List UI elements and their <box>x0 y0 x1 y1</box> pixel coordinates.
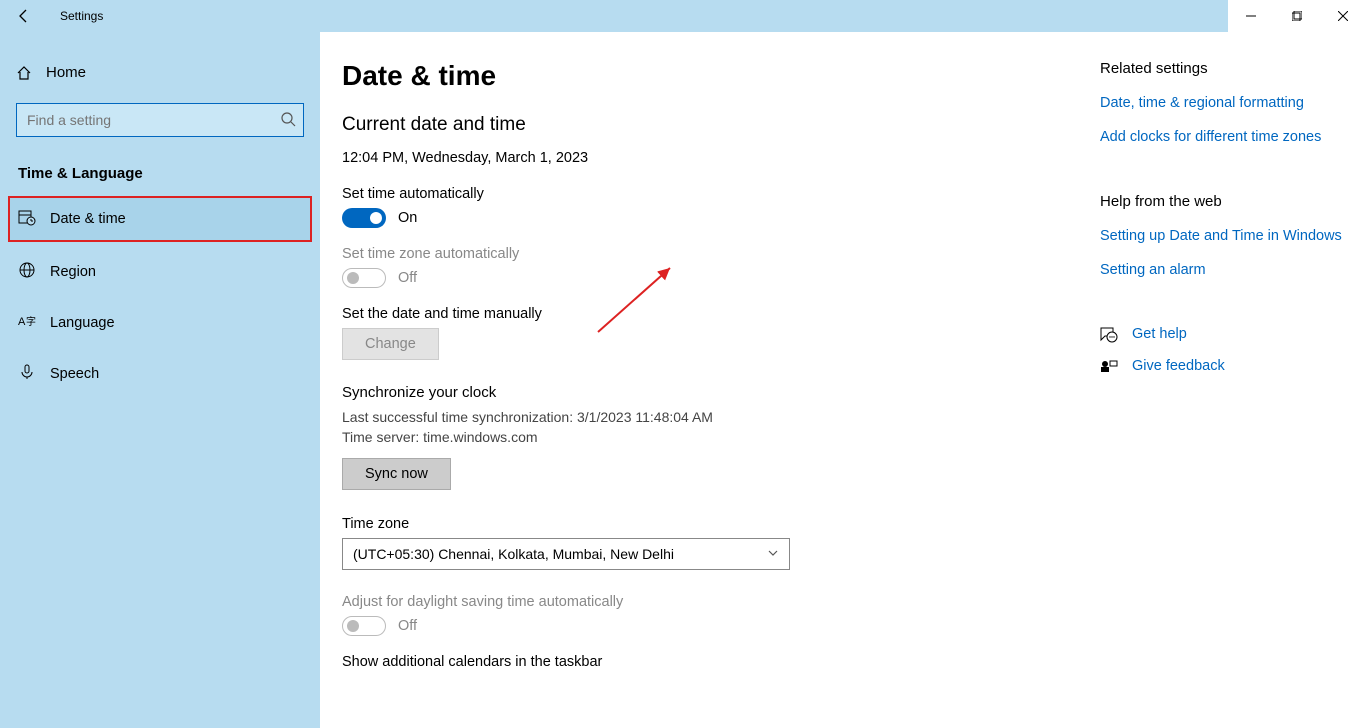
sidebar-item-label: Date & time <box>50 211 126 227</box>
titlebar: Settings <box>0 0 1366 32</box>
close-icon <box>1338 11 1348 21</box>
link-regional-formatting[interactable]: Date, time & regional formatting <box>1100 91 1342 125</box>
help-web-heading: Help from the web <box>1100 193 1342 210</box>
change-button: Change <box>342 328 439 360</box>
sidebar-category: Time & Language <box>0 157 320 196</box>
get-help-link[interactable]: Get help <box>1132 326 1187 346</box>
maximize-button[interactable] <box>1274 0 1320 32</box>
related-settings-heading: Related settings <box>1100 60 1342 77</box>
dst-toggle <box>342 616 386 636</box>
link-help-alarm[interactable]: Setting an alarm <box>1100 258 1342 292</box>
sidebar-item-language[interactable]: A字 Language <box>0 302 320 344</box>
current-datetime-heading: Current date and time <box>342 114 1100 136</box>
timezone-label: Time zone <box>342 516 1100 532</box>
sidebar-home-label: Home <box>46 64 86 81</box>
svg-text:字: 字 <box>26 315 36 328</box>
current-datetime-value: 12:04 PM, Wednesday, March 1, 2023 <box>342 150 1100 166</box>
give-feedback-row[interactable]: Give feedback <box>1100 358 1342 378</box>
manual-datetime-label: Set the date and time manually <box>342 306 1100 322</box>
svg-text:A: A <box>18 316 26 328</box>
close-button[interactable] <box>1320 0 1366 32</box>
additional-calendars-label: Show additional calendars in the taskbar <box>342 654 1100 670</box>
window-title: Settings <box>48 9 103 23</box>
chat-icon <box>1100 327 1118 346</box>
back-button[interactable] <box>0 0 48 32</box>
search-input[interactable] <box>16 103 304 137</box>
set-tz-auto-toggle <box>342 268 386 288</box>
chevron-down-icon <box>767 546 779 562</box>
minimize-button[interactable] <box>1228 0 1274 32</box>
sidebar-item-date-time[interactable]: Date & time <box>8 196 312 242</box>
set-tz-auto-label: Set time zone automatically <box>342 246 1100 262</box>
sidebar: Home Time & Language Date & time Region <box>0 32 320 728</box>
calendar-clock-icon <box>18 208 36 230</box>
arrow-left-icon <box>16 8 32 24</box>
sync-server-text: Time server: time.windows.com <box>342 427 1100 447</box>
dst-state: Off <box>398 618 417 634</box>
minimize-icon <box>1246 11 1256 21</box>
page-title: Date & time <box>342 60 1100 92</box>
home-icon <box>16 65 32 81</box>
globe-icon <box>18 262 36 282</box>
sidebar-item-speech[interactable]: Speech <box>0 352 320 396</box>
microphone-icon <box>18 364 36 384</box>
link-add-clocks[interactable]: Add clocks for different time zones <box>1100 125 1342 159</box>
dst-label: Adjust for daylight saving time automati… <box>342 594 1100 610</box>
feedback-icon <box>1100 359 1118 378</box>
language-icon: A字 <box>18 314 36 332</box>
timezone-value: (UTC+05:30) Chennai, Kolkata, Mumbai, Ne… <box>353 546 674 562</box>
main-content: Date & time Current date and time 12:04 … <box>320 32 1100 728</box>
timezone-select[interactable]: (UTC+05:30) Chennai, Kolkata, Mumbai, Ne… <box>342 538 790 570</box>
sidebar-item-label: Language <box>50 315 115 331</box>
aside-panel: Related settings Date, time & regional f… <box>1100 32 1366 728</box>
give-feedback-link[interactable]: Give feedback <box>1132 358 1225 378</box>
maximize-icon <box>1292 11 1302 21</box>
sync-heading: Synchronize your clock <box>342 384 1100 401</box>
set-time-auto-state: On <box>398 210 417 226</box>
sidebar-item-region[interactable]: Region <box>0 250 320 294</box>
sync-last-text: Last successful time synchronization: 3/… <box>342 407 1100 427</box>
sidebar-home[interactable]: Home <box>0 54 320 91</box>
link-help-datetime[interactable]: Setting up Date and Time in Windows <box>1100 224 1342 258</box>
set-time-auto-label: Set time automatically <box>342 186 1100 202</box>
search-icon <box>280 111 296 130</box>
set-tz-auto-state: Off <box>398 270 417 286</box>
set-time-auto-toggle[interactable] <box>342 208 386 228</box>
get-help-row[interactable]: Get help <box>1100 326 1342 346</box>
sidebar-item-label: Region <box>50 264 96 280</box>
sidebar-item-label: Speech <box>50 366 99 382</box>
sync-now-button[interactable]: Sync now <box>342 458 451 490</box>
